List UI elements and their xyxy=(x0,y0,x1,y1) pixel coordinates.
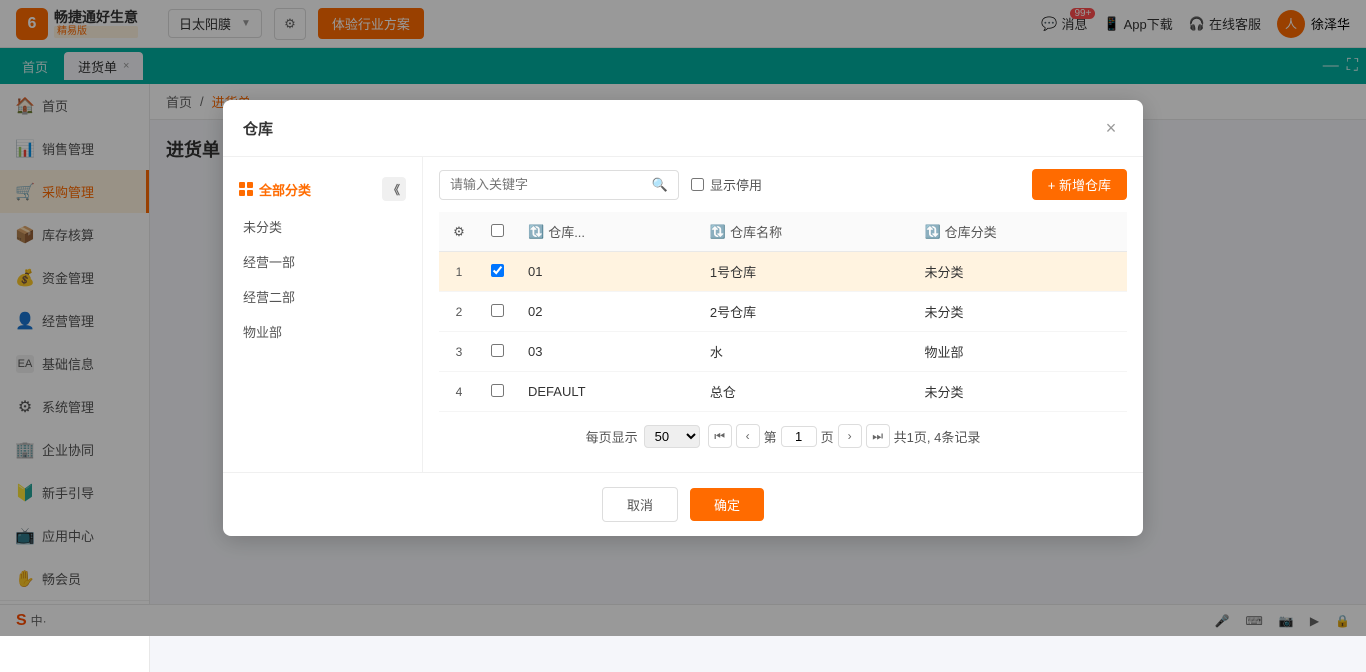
table-panel: 🔍 显示停用 + 新增仓库 ⚙ xyxy=(423,157,1143,472)
row-code: 01 xyxy=(516,252,698,292)
row-checkbox[interactable] xyxy=(491,264,504,277)
row-checkbox-cell[interactable] xyxy=(479,332,516,372)
show-disabled-label: 显示停用 xyxy=(710,175,762,194)
row-number-cell: 3 xyxy=(439,332,479,372)
cancel-button[interactable]: 取消 xyxy=(602,487,678,522)
table-row[interactable]: 3 03 水 物业部 xyxy=(439,332,1127,372)
table-header-row: ⚙ 🔃 仓库... 🔃 xyxy=(439,212,1127,252)
table-row[interactable]: 2 02 2号仓库 未分类 xyxy=(439,292,1127,332)
sort-icon: 🔃 xyxy=(528,224,544,240)
search-icon[interactable]: 🔍 xyxy=(652,177,668,193)
category-all[interactable]: 全部分类 《 xyxy=(223,169,422,209)
row-checkbox-cell[interactable] xyxy=(479,292,516,332)
category-item-ops2[interactable]: 经营二部 xyxy=(223,279,422,314)
row-number-cell: 1 xyxy=(439,252,479,292)
page-number-input[interactable] xyxy=(781,426,817,447)
table-row[interactable]: 1 01 1号仓库 未分类 xyxy=(439,252,1127,292)
category-collapse-button[interactable]: 《 xyxy=(382,177,406,201)
modal-body: 全部分类 《 未分类 经营一部 经营二部 物业部 🔍 xyxy=(223,157,1143,472)
confirm-button[interactable]: 确定 xyxy=(690,488,764,521)
category-item-property[interactable]: 物业部 xyxy=(223,314,422,349)
row-number-cell: 4 xyxy=(439,372,479,412)
row-category: 未分类 xyxy=(912,292,1127,332)
row-checkbox[interactable] xyxy=(491,304,504,317)
modal-title: 仓库 xyxy=(243,118,273,139)
sort-name-icon: 🔃 xyxy=(710,224,726,240)
grid-icon xyxy=(239,182,253,196)
modal-header: 仓库 × xyxy=(223,100,1143,157)
warehouse-table: ⚙ 🔃 仓库... 🔃 xyxy=(439,212,1127,412)
th-category[interactable]: 🔃 仓库分类 xyxy=(912,212,1127,252)
warehouse-modal: 仓库 × 全部分类 《 未分类 经营一部 经营二部 xyxy=(223,100,1143,536)
per-page-label: 每页显示 xyxy=(586,427,638,446)
table-row[interactable]: 4 DEFAULT 总仓 未分类 xyxy=(439,372,1127,412)
th-code[interactable]: 🔃 仓库... xyxy=(516,212,698,252)
row-name: 总仓 xyxy=(698,372,913,412)
last-page-button[interactable]: ⏭ xyxy=(866,424,890,448)
row-checkbox-cell[interactable] xyxy=(479,252,516,292)
row-checkbox[interactable] xyxy=(491,344,504,357)
row-checkbox[interactable] xyxy=(491,384,504,397)
page-end-label: 页 xyxy=(821,427,834,446)
row-checkbox-cell[interactable] xyxy=(479,372,516,412)
prev-page-button[interactable]: ‹ xyxy=(736,424,760,448)
category-panel: 全部分类 《 未分类 经营一部 经营二部 物业部 xyxy=(223,157,423,472)
add-warehouse-button[interactable]: + 新增仓库 xyxy=(1032,169,1127,200)
row-name: 1号仓库 xyxy=(698,252,913,292)
th-category-label: 仓库分类 xyxy=(945,222,997,241)
th-settings[interactable]: ⚙ xyxy=(439,212,479,252)
show-disabled-checkbox-area: 显示停用 xyxy=(691,175,762,194)
row-code: 03 xyxy=(516,332,698,372)
row-category: 未分类 xyxy=(912,372,1127,412)
pagination: 每页显示 50 100 200 ⏮ ‹ 第 页 › xyxy=(439,412,1127,460)
next-page-button[interactable]: › xyxy=(838,424,862,448)
per-page-select[interactable]: 50 100 200 xyxy=(644,425,700,448)
th-name[interactable]: 🔃 仓库名称 xyxy=(698,212,913,252)
page-size-selector: 每页显示 50 100 200 xyxy=(586,425,700,448)
th-code-label: 仓库... xyxy=(548,222,585,241)
row-code: DEFAULT xyxy=(516,372,698,412)
total-label: 共1页, 4条记录 xyxy=(894,427,981,446)
select-all-checkbox[interactable] xyxy=(491,224,504,237)
modal-close-button[interactable]: × xyxy=(1099,116,1123,140)
modal-overlay: 仓库 × 全部分类 《 未分类 经营一部 经营二部 xyxy=(0,0,1366,636)
th-checkbox xyxy=(479,212,516,252)
page-label: 第 xyxy=(764,427,777,446)
category-all-label: 全部分类 xyxy=(259,180,311,199)
row-name: 2号仓库 xyxy=(698,292,913,332)
modal-footer: 取消 确定 xyxy=(223,472,1143,536)
show-disabled-checkbox[interactable] xyxy=(691,178,704,191)
row-number-cell: 2 xyxy=(439,292,479,332)
row-name: 水 xyxy=(698,332,913,372)
page-nav: ⏮ ‹ 第 页 › ⏭ 共1页, 4条记录 xyxy=(708,424,981,448)
search-input-wrapper: 🔍 xyxy=(439,170,679,200)
row-category: 未分类 xyxy=(912,252,1127,292)
category-item-unclassified[interactable]: 未分类 xyxy=(223,209,422,244)
search-input[interactable] xyxy=(450,177,646,192)
row-category: 物业部 xyxy=(912,332,1127,372)
row-code: 02 xyxy=(516,292,698,332)
search-bar: 🔍 显示停用 + 新增仓库 xyxy=(439,169,1127,200)
sort-category-icon: 🔃 xyxy=(924,224,940,240)
first-page-button[interactable]: ⏮ xyxy=(708,424,732,448)
th-name-label: 仓库名称 xyxy=(730,222,782,241)
table-container: ⚙ 🔃 仓库... 🔃 xyxy=(439,212,1127,412)
category-item-ops1[interactable]: 经营一部 xyxy=(223,244,422,279)
